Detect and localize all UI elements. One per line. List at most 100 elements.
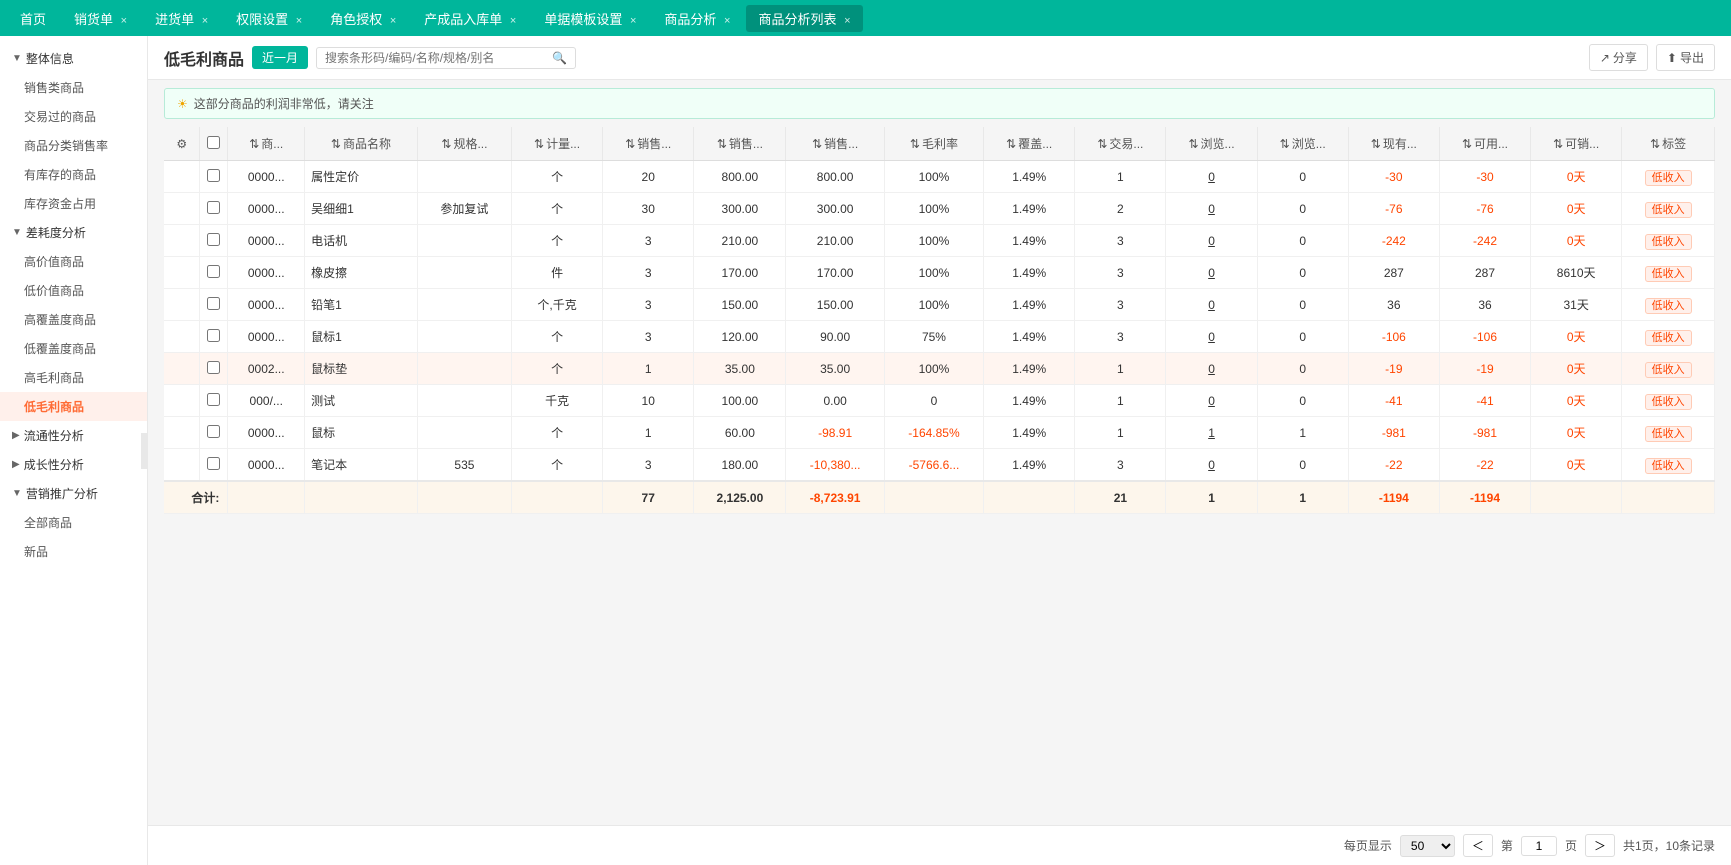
prev-page-btn[interactable]: ＜: [1463, 834, 1493, 857]
sidebar-item-category-rate[interactable]: 商品分类销售率: [0, 131, 147, 160]
row-checkbox[interactable]: [200, 353, 228, 385]
close-icon[interactable]: ×: [121, 15, 127, 27]
sidebar-item-low-value[interactable]: 低价值商品: [0, 276, 147, 305]
sidebar-item-low-margin[interactable]: 低毛利商品: [0, 392, 147, 421]
sidebar-group-overall[interactable]: ▼ 整体信息: [0, 44, 147, 73]
nav-item-roles[interactable]: 角色授权 ×: [318, 5, 408, 32]
row-views1[interactable]: 0: [1166, 161, 1257, 193]
col-saleable[interactable]: ⇅可销...: [1531, 127, 1622, 161]
export-button[interactable]: ⬆ 导出: [1656, 44, 1715, 71]
sidebar-item-capital[interactable]: 库存资金占用: [0, 189, 147, 218]
sidebar-item-high-value[interactable]: 高价值商品: [0, 247, 147, 276]
total-available: -1194: [1439, 481, 1530, 514]
sidebar-item-high-coverage[interactable]: 高覆盖度商品: [0, 305, 147, 334]
col-sales-price[interactable]: ⇅销售...: [694, 127, 786, 161]
row-views1[interactable]: 0: [1166, 321, 1257, 353]
nav-item-product-entry[interactable]: 产成品入库单 ×: [412, 5, 528, 32]
row-views1[interactable]: 0: [1166, 353, 1257, 385]
row-views1[interactable]: 0: [1166, 257, 1257, 289]
next-page-btn[interactable]: ＞: [1585, 834, 1615, 857]
row-views1[interactable]: 0: [1166, 289, 1257, 321]
row-sales-qty: 30: [603, 193, 694, 225]
close-icon[interactable]: ×: [630, 15, 636, 27]
nav-item-sales[interactable]: 销货单 ×: [62, 5, 139, 32]
sidebar-group-marketing[interactable]: ▼ 营销推广分析: [0, 479, 147, 508]
nav-item-purchase[interactable]: 进货单 ×: [143, 5, 220, 32]
row-code: 0000...: [228, 225, 305, 257]
sidebar-group-growth[interactable]: ▶ 成长性分析: [0, 450, 147, 479]
close-icon[interactable]: ×: [202, 15, 208, 27]
row-views1[interactable]: 1: [1166, 417, 1257, 449]
sidebar-item-in-stock[interactable]: 有库存的商品: [0, 160, 147, 189]
close-icon[interactable]: ×: [296, 15, 302, 27]
sidebar-item-all-products[interactable]: 全部商品: [0, 508, 147, 537]
sidebar-item-high-margin[interactable]: 高毛利商品: [0, 363, 147, 392]
col-tag[interactable]: ⇅标签: [1622, 127, 1715, 161]
row-checkbox[interactable]: [200, 225, 228, 257]
row-views1[interactable]: 0: [1166, 225, 1257, 257]
search-icon[interactable]: 🔍: [552, 51, 567, 65]
share-button[interactable]: ↗ 分享: [1589, 44, 1648, 71]
row-name[interactable]: 鼠标1: [305, 321, 418, 353]
row-name[interactable]: 笔记本: [305, 449, 418, 482]
row-checkbox[interactable]: [200, 449, 228, 482]
close-icon[interactable]: ×: [510, 15, 516, 27]
row-checkbox[interactable]: [200, 193, 228, 225]
col-transaction[interactable]: ⇅交易...: [1075, 127, 1166, 161]
col-views1[interactable]: ⇅浏览...: [1166, 127, 1257, 161]
col-margin-rate[interactable]: ⇅毛利率: [884, 127, 983, 161]
col-available[interactable]: ⇅可用...: [1439, 127, 1530, 161]
total-label: 合计:: [164, 481, 228, 514]
row-checkbox[interactable]: [200, 385, 228, 417]
row-name[interactable]: 测试: [305, 385, 418, 417]
row-name[interactable]: 吴细细1: [305, 193, 418, 225]
col-coverage[interactable]: ⇅覆盖...: [984, 127, 1075, 161]
sidebar-group-analysis[interactable]: ▼ 差耗度分析: [0, 218, 147, 247]
close-icon[interactable]: ×: [724, 15, 730, 27]
row-name[interactable]: 鼠标垫: [305, 353, 418, 385]
search-input[interactable]: [325, 51, 552, 65]
sidebar-item-low-coverage[interactable]: 低覆盖度商品: [0, 334, 147, 363]
row-checkbox[interactable]: [200, 289, 228, 321]
nav-item-analysis-list[interactable]: 商品分析列表 ×: [746, 5, 862, 32]
close-icon[interactable]: ×: [390, 15, 396, 27]
col-code[interactable]: ⇅商...: [228, 127, 305, 161]
sidebar-item-traded[interactable]: 交易过的商品: [0, 102, 147, 131]
sidebar-collapse-btn[interactable]: «: [141, 433, 148, 469]
data-table: ⚙ ⇅商... ⇅商品名称 ⇅规格... ⇅计量... ⇅销售... ⇅销售..…: [164, 127, 1715, 514]
nav-item-template[interactable]: 单据模板设置 ×: [532, 5, 648, 32]
col-current-stock[interactable]: ⇅现有...: [1348, 127, 1439, 161]
row-checkbox[interactable]: [200, 321, 228, 353]
nav-item-permissions[interactable]: 权限设置 ×: [224, 5, 314, 32]
row-name[interactable]: 橡皮擦: [305, 257, 418, 289]
sidebar-group-liquidity[interactable]: ▶ 流通性分析: [0, 421, 147, 450]
col-sales-qty[interactable]: ⇅销售...: [603, 127, 694, 161]
settings-icon[interactable]: ⚙: [176, 137, 187, 151]
row-views1[interactable]: 0: [1166, 385, 1257, 417]
row-name[interactable]: 鼠标: [305, 417, 418, 449]
row-views1[interactable]: 0: [1166, 449, 1257, 482]
col-settings[interactable]: ⚙: [164, 127, 200, 161]
row-views1[interactable]: 0: [1166, 193, 1257, 225]
row-checkbox[interactable]: [200, 161, 228, 193]
nav-item-product-analysis[interactable]: 商品分析 ×: [652, 5, 742, 32]
row-name[interactable]: 属性定价: [305, 161, 418, 193]
row-checkbox[interactable]: [200, 417, 228, 449]
col-name[interactable]: ⇅商品名称: [305, 127, 418, 161]
row-checkbox[interactable]: [200, 257, 228, 289]
row-name[interactable]: 电话机: [305, 225, 418, 257]
col-spec[interactable]: ⇅规格...: [417, 127, 511, 161]
select-all-checkbox[interactable]: [207, 136, 220, 149]
sidebar-item-new-products[interactable]: 新品: [0, 537, 147, 566]
row-sales-profit: 170.00: [786, 257, 884, 289]
sidebar-item-sales-products[interactable]: 销售类商品: [0, 73, 147, 102]
col-sales-profit[interactable]: ⇅销售...: [786, 127, 884, 161]
nav-item-home[interactable]: 首页: [8, 5, 58, 32]
col-views2[interactable]: ⇅浏览...: [1257, 127, 1348, 161]
row-name[interactable]: 铅笔1: [305, 289, 418, 321]
col-unit[interactable]: ⇅计量...: [512, 127, 603, 161]
close-icon[interactable]: ×: [844, 15, 850, 27]
page-input[interactable]: [1521, 836, 1557, 856]
filter-button[interactable]: 近一月: [252, 46, 308, 69]
page-size-select[interactable]: 50 100 200: [1400, 835, 1455, 857]
